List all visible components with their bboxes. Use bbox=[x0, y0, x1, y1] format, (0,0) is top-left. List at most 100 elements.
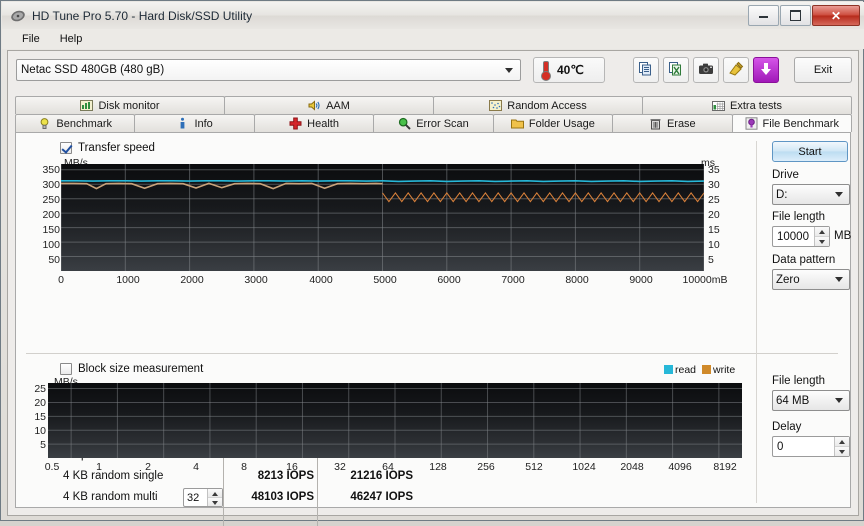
copy-icon bbox=[638, 61, 654, 80]
b-xtick-0: 0.5 bbox=[44, 461, 60, 473]
b-xtick-5: 16 bbox=[286, 461, 298, 473]
tab-erase[interactable]: Erase bbox=[612, 114, 733, 132]
file-length-up-button[interactable] bbox=[815, 227, 829, 237]
chevron-down-icon bbox=[835, 398, 843, 403]
b-ytick-25: 25 bbox=[34, 383, 46, 395]
delay-input[interactable] bbox=[773, 437, 834, 456]
xtick-3000: 3000 bbox=[244, 274, 268, 286]
app-window: HD Tune Pro 5.70 - Hard Disk/SSD Utility… bbox=[0, 0, 864, 526]
b-xtick-12: 2048 bbox=[620, 461, 644, 473]
tab-random-access[interactable]: Random Access bbox=[433, 96, 643, 114]
start-button-label: Start bbox=[798, 145, 822, 158]
delay-stepper[interactable] bbox=[772, 436, 850, 457]
export-excel-button[interactable] bbox=[663, 57, 689, 83]
b-xtick-4: 8 bbox=[241, 461, 247, 473]
screenshot-button[interactable] bbox=[693, 57, 719, 83]
block-file-length-dropdown[interactable]: 64 MB bbox=[772, 390, 850, 411]
file-length-stepper[interactable] bbox=[772, 226, 830, 247]
delay-label: Delay bbox=[772, 421, 802, 433]
tab-benchmark-label: Benchmark bbox=[56, 117, 113, 130]
b-ytick-15: 15 bbox=[34, 411, 46, 423]
b-ytick-20: 20 bbox=[34, 397, 46, 409]
drive-dropdown[interactable]: D: bbox=[772, 184, 850, 205]
health-cross-icon bbox=[289, 117, 302, 130]
temperature-value: 40℃ bbox=[557, 63, 584, 77]
tab-file-benchmark[interactable]: File Benchmark bbox=[731, 114, 852, 132]
maximize-button[interactable] bbox=[780, 5, 811, 26]
export-excel-icon bbox=[668, 61, 684, 80]
ytick-300: 300 bbox=[42, 179, 60, 191]
tab-info[interactable]: Info bbox=[134, 114, 255, 132]
copy-button[interactable] bbox=[633, 57, 659, 83]
delay-up-button[interactable] bbox=[835, 437, 849, 447]
tab-health[interactable]: Health bbox=[253, 114, 375, 132]
delay-down-button[interactable] bbox=[835, 447, 849, 456]
b-xtick-14: 8192 bbox=[713, 461, 737, 473]
tab-folder-usage[interactable]: Folder Usage bbox=[492, 114, 614, 132]
title-bar: HD Tune Pro 5.70 - Hard Disk/SSD Utility… bbox=[2, 2, 864, 29]
ytick-250: 250 bbox=[42, 194, 60, 206]
file-benchmark-panel: Transfer speed MB/s ms 350 300 250 200 1… bbox=[15, 132, 851, 526]
file-length-spin-buttons bbox=[814, 227, 829, 246]
brush-icon bbox=[728, 61, 744, 80]
tab-row-secondary: Benchmark Info Health Error Scan Folder … bbox=[15, 114, 852, 132]
close-button[interactable]: ✕ bbox=[812, 5, 860, 26]
block-file-length-label: File length bbox=[772, 375, 826, 387]
start-button[interactable]: Start bbox=[772, 141, 848, 162]
block-size-chart: MB/s 25 20 15 10 5 0.5 1 2 4 8 16 32 64 … bbox=[16, 353, 756, 509]
menu-help[interactable]: Help bbox=[50, 31, 93, 47]
tab-aam[interactable]: AAM bbox=[224, 96, 434, 114]
tab-disk-monitor[interactable]: Disk monitor bbox=[15, 96, 225, 114]
exit-button-label: Exit bbox=[813, 64, 833, 76]
file-length-input[interactable] bbox=[773, 227, 814, 246]
b-ytick-5: 5 bbox=[40, 439, 46, 451]
xtick-8000: 8000 bbox=[565, 274, 589, 286]
file-length-down-button[interactable] bbox=[815, 237, 829, 246]
exit-button[interactable]: Exit bbox=[794, 57, 852, 83]
b-xtick-6: 32 bbox=[334, 461, 346, 473]
data-pattern-dropdown[interactable]: Zero bbox=[772, 269, 850, 290]
xtick-10000: 10000mB bbox=[682, 274, 728, 286]
xtick-1000: 1000 bbox=[116, 274, 140, 286]
menu-help-label: Help bbox=[59, 33, 83, 45]
data-pattern-label: Data pattern bbox=[772, 254, 836, 266]
tab-benchmark[interactable]: Benchmark bbox=[15, 114, 136, 132]
minimize-button[interactable] bbox=[748, 5, 779, 26]
y2tick-15: 15 bbox=[708, 224, 720, 236]
menu-bar: File Help bbox=[2, 29, 864, 49]
b-xtick-2: 2 bbox=[145, 461, 151, 473]
drive-select[interactable]: Netac SSD 480GB (480 gB) bbox=[16, 59, 521, 81]
top-chart-plot bbox=[61, 164, 704, 271]
y2tick-20: 20 bbox=[708, 209, 720, 221]
brush-button[interactable] bbox=[723, 57, 749, 83]
delay-spin-buttons bbox=[834, 437, 849, 456]
y2tick-10: 10 bbox=[708, 239, 720, 251]
tab-error-scan[interactable]: Error Scan bbox=[373, 114, 494, 132]
data-pattern-value: Zero bbox=[776, 273, 800, 286]
window-buttons: ✕ bbox=[747, 5, 860, 26]
xtick-2000: 2000 bbox=[180, 274, 204, 286]
camera-icon bbox=[698, 61, 714, 80]
vertical-divider bbox=[756, 141, 757, 503]
download-button[interactable] bbox=[753, 57, 779, 83]
xtick-5000: 5000 bbox=[373, 274, 397, 286]
tab-info-label: Info bbox=[194, 117, 213, 130]
tab-file-benchmark-label: File Benchmark bbox=[762, 117, 839, 130]
bottom-chart-plot bbox=[48, 383, 742, 458]
tab-extra-tests[interactable]: Extra tests bbox=[642, 96, 852, 114]
random-access-icon bbox=[489, 99, 503, 112]
y2tick-35: 35 bbox=[708, 164, 720, 176]
y2tick-25: 25 bbox=[708, 194, 720, 206]
xtick-6000: 6000 bbox=[437, 274, 461, 286]
ytick-50: 50 bbox=[48, 254, 60, 266]
ytick-350: 350 bbox=[42, 164, 60, 176]
xtick-9000: 9000 bbox=[629, 274, 653, 286]
menu-file[interactable]: File bbox=[12, 31, 50, 47]
speaker-icon bbox=[308, 99, 321, 112]
folder-icon bbox=[510, 117, 524, 130]
ytick-150: 150 bbox=[42, 224, 60, 236]
b-xtick-9: 256 bbox=[477, 461, 495, 473]
b-xtick-7: 64 bbox=[382, 461, 394, 473]
chevron-down-icon bbox=[505, 67, 513, 73]
y2tick-30: 30 bbox=[708, 179, 720, 191]
